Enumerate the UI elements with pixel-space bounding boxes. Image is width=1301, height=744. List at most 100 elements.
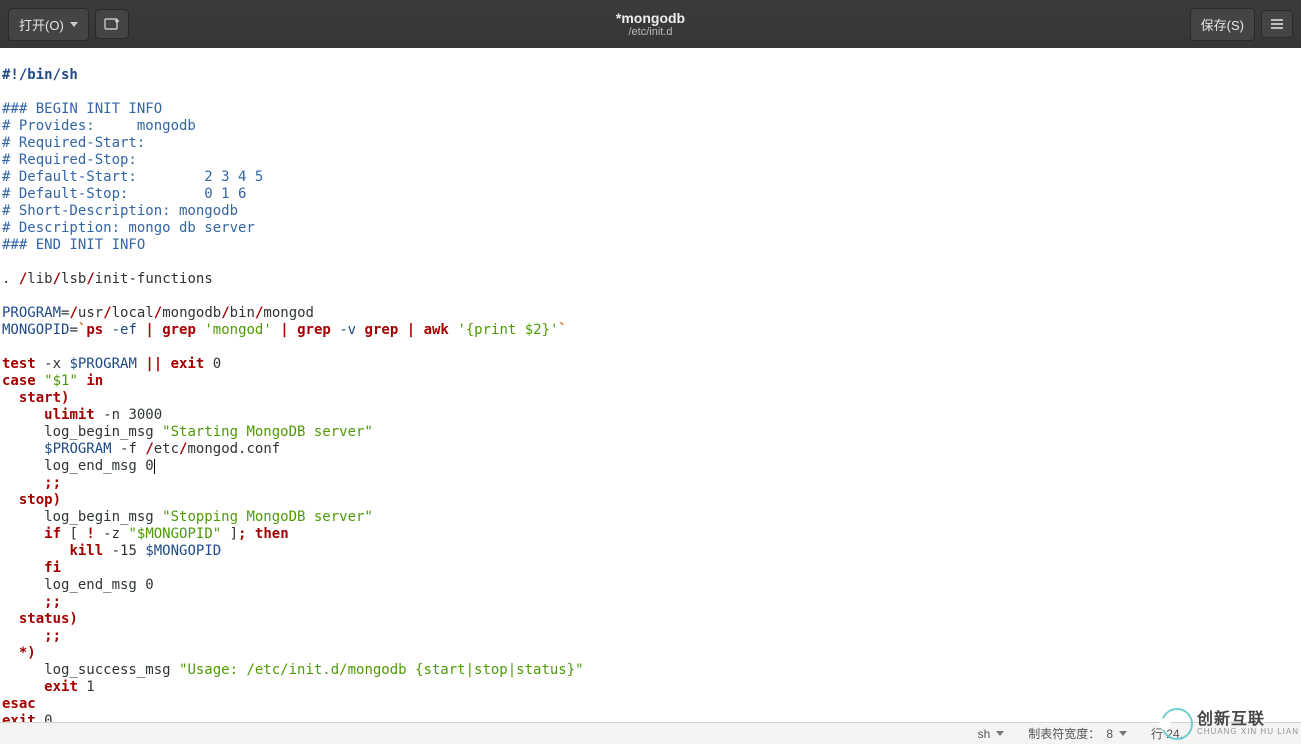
code-case-label: status)	[19, 611, 78, 627]
code-kw: case	[2, 373, 36, 389]
code-string: "Stopping MongoDB server"	[162, 509, 373, 525]
code-op: ||	[145, 356, 162, 372]
code-pipe: |	[280, 322, 288, 338]
code-flag: -ef	[103, 322, 145, 338]
code-text: usr	[78, 305, 103, 321]
code-text: bin	[230, 305, 255, 321]
code-var: MONGOPID	[2, 322, 69, 338]
tab-width-selector[interactable]: 制表符宽度： 8	[1028, 725, 1127, 742]
code-text: mongod.conf	[187, 441, 280, 457]
window-title: *mongodb	[0, 10, 1301, 26]
code-text: -f	[112, 441, 146, 457]
code-kw: esac	[2, 696, 36, 712]
code-pipe: |	[145, 322, 153, 338]
code-comment: # Description: mongo db server	[2, 220, 255, 236]
watermark: 创新互联 CHUANG XIN HU LIAN	[1161, 708, 1299, 740]
tab-width-value: 8	[1106, 727, 1113, 741]
code-slash: /	[86, 271, 94, 287]
code-flag: -v	[331, 322, 365, 338]
code-slash: /	[103, 305, 111, 321]
code-dsemi: ;;	[44, 628, 61, 644]
code-cmd: grep	[365, 322, 399, 338]
code-string: "Starting MongoDB server"	[162, 424, 373, 440]
code-string: '{print $2}'	[457, 322, 558, 338]
code-cmd: kill	[69, 543, 103, 559]
status-bar: sh 制表符宽度： 8 行 24,	[0, 722, 1301, 744]
save-button[interactable]: 保存(S)	[1190, 8, 1255, 41]
code-comment: # Default-Stop: 0 1 6	[2, 186, 246, 202]
code-num: 0	[204, 356, 221, 372]
code-comment: # Required-Start:	[2, 135, 145, 151]
code-comment: # Default-Start: 2 3 4 5	[2, 169, 263, 185]
code-comment: # Required-Stop:	[2, 152, 137, 168]
code-dsemi: ;;	[44, 594, 61, 610]
watermark-logo-icon	[1161, 708, 1193, 740]
code-text: lsb	[61, 271, 86, 287]
code-text: local	[112, 305, 154, 321]
text-cursor	[154, 459, 155, 474]
code-slash: /	[221, 305, 229, 321]
code-slash: /	[53, 271, 61, 287]
code-text: log_end_msg 0	[2, 577, 154, 593]
hamburger-menu-button[interactable]	[1261, 10, 1293, 38]
code-text: [	[61, 526, 86, 542]
code-string: "Usage: /etc/init.d/mongodb {start|stop|…	[179, 662, 584, 678]
code-kw: in	[86, 373, 103, 389]
save-label: 保存(S)	[1201, 15, 1244, 34]
code-string: "$MONGOPID"	[128, 526, 221, 542]
code-text: ]	[221, 526, 238, 542]
chevron-down-icon	[70, 22, 78, 27]
code-num: 1	[78, 679, 95, 695]
code-comment: ### BEGIN INIT INFO	[2, 101, 162, 117]
open-button[interactable]: 打开(O)	[8, 8, 89, 41]
watermark-subtitle: CHUANG XIN HU LIAN	[1197, 728, 1299, 736]
code-kw: fi	[44, 560, 61, 576]
code-case-label: start)	[19, 390, 70, 406]
code-text: log_begin_msg	[2, 509, 162, 525]
code-cmd: awk	[424, 322, 449, 338]
code-shebang: #!/bin/sh	[2, 67, 78, 83]
code-cmd: exit	[171, 356, 205, 372]
code-text: -n 3000	[95, 407, 162, 423]
hamburger-icon	[1270, 17, 1284, 31]
code-case-label: *)	[19, 645, 36, 661]
code-text: -z	[95, 526, 129, 542]
code-text: mongodb	[162, 305, 221, 321]
code-text: init-functions	[95, 271, 213, 287]
code-text: lib	[27, 271, 52, 287]
new-tab-icon	[104, 16, 120, 32]
language-label: sh	[978, 727, 991, 741]
code-text: log_success_msg	[2, 662, 179, 678]
open-label: 打开(O)	[19, 15, 64, 34]
new-tab-button[interactable]	[95, 9, 129, 39]
code-case-label: stop)	[19, 492, 61, 508]
code-slash: /	[145, 441, 153, 457]
watermark-title: 创新互联	[1197, 712, 1299, 728]
chevron-down-icon	[1119, 731, 1127, 736]
code-comment: ### END INIT INFO	[2, 237, 145, 253]
code-kw: if	[44, 526, 61, 542]
code-string: 'mongod'	[204, 322, 271, 338]
code-slash: /	[154, 305, 162, 321]
code-text: etc	[154, 441, 179, 457]
code-text: mongod	[263, 305, 314, 321]
code-var: $PROGRAM	[69, 356, 136, 372]
code-cmd: grep	[297, 322, 331, 338]
chevron-down-icon	[996, 731, 1004, 736]
code-backtick: `	[558, 322, 566, 338]
code-text: .	[2, 271, 19, 287]
code-text: log_begin_msg	[2, 424, 162, 440]
code-string: "$1"	[44, 373, 78, 389]
code-slash: /	[69, 305, 77, 321]
code-bang: !	[86, 526, 94, 542]
code-cmd: exit	[44, 679, 78, 695]
editor-content[interactable]: #!/bin/sh ### BEGIN INIT INFO # Provides…	[0, 48, 1301, 732]
code-cmd: ulimit	[44, 407, 95, 423]
code-var: PROGRAM	[2, 305, 61, 321]
language-selector[interactable]: sh	[978, 727, 1005, 741]
code-text: -x	[36, 356, 70, 372]
code-comment: # Provides: mongodb	[2, 118, 196, 134]
tab-width-label: 制表符宽度：	[1028, 725, 1100, 742]
code-text: log_end_msg 0	[2, 458, 154, 474]
code-var: $MONGOPID	[145, 543, 221, 559]
